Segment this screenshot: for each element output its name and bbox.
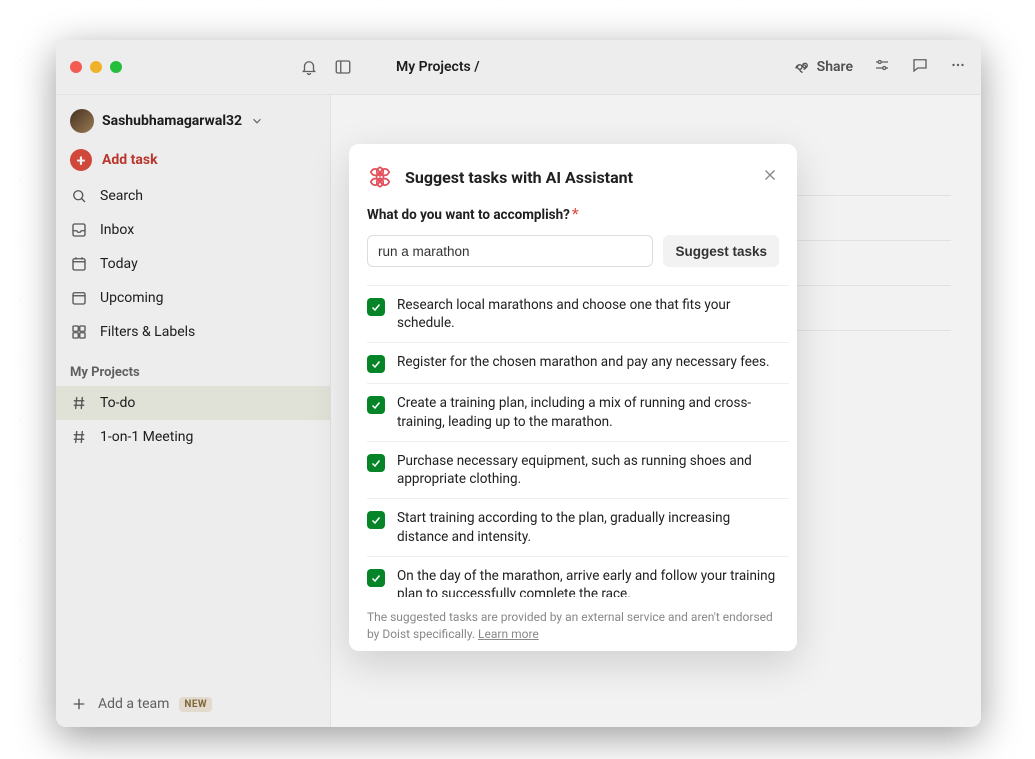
task-checkbox[interactable]: [367, 569, 385, 587]
close-modal-button[interactable]: [761, 166, 779, 188]
ai-assistant-icon: [367, 164, 393, 190]
task-text: Create a training plan, including a mix …: [397, 394, 777, 430]
suggest-tasks-button[interactable]: Suggest tasks: [663, 235, 779, 267]
suggested-task-row[interactable]: Register for the chosen marathon and pay…: [367, 343, 789, 384]
task-text: On the day of the marathon, arrive early…: [397, 567, 777, 598]
suggested-tasks-list[interactable]: Research local marathons and choose one …: [349, 285, 793, 597]
suggested-task-row[interactable]: Research local marathons and choose one …: [367, 285, 789, 343]
task-text: Purchase necessary equipment, such as ru…: [397, 452, 777, 488]
suggested-task-row[interactable]: On the day of the marathon, arrive early…: [367, 557, 789, 598]
suggested-task-row[interactable]: Start training according to the plan, gr…: [367, 499, 789, 556]
modal-title: Suggest tasks with AI Assistant: [405, 168, 633, 187]
task-checkbox[interactable]: [367, 396, 385, 414]
learn-more-link[interactable]: Learn more: [478, 627, 539, 641]
ai-suggest-modal: Suggest tasks with AI Assistant What do …: [349, 144, 797, 651]
app-window: My Projects / Share Sashubhamagarwal32: [56, 40, 981, 727]
suggested-task-row[interactable]: Create a training plan, including a mix …: [367, 384, 789, 441]
task-text: Register for the chosen marathon and pay…: [397, 353, 770, 371]
required-indicator: *: [572, 204, 579, 223]
suggested-task-row[interactable]: Purchase necessary equipment, such as ru…: [367, 442, 789, 499]
goal-prompt-label: What do you want to accomplish?: [367, 207, 570, 223]
task-checkbox[interactable]: [367, 355, 385, 373]
disclaimer-text: The suggested tasks are provided by an e…: [367, 610, 773, 641]
task-checkbox[interactable]: [367, 298, 385, 316]
close-icon: [761, 166, 779, 184]
disclaimer: The suggested tasks are provided by an e…: [349, 597, 797, 651]
task-text: Start training according to the plan, gr…: [397, 509, 777, 545]
task-text: Research local marathons and choose one …: [397, 296, 777, 332]
goal-input[interactable]: [367, 235, 653, 267]
task-checkbox[interactable]: [367, 511, 385, 529]
task-checkbox[interactable]: [367, 454, 385, 472]
